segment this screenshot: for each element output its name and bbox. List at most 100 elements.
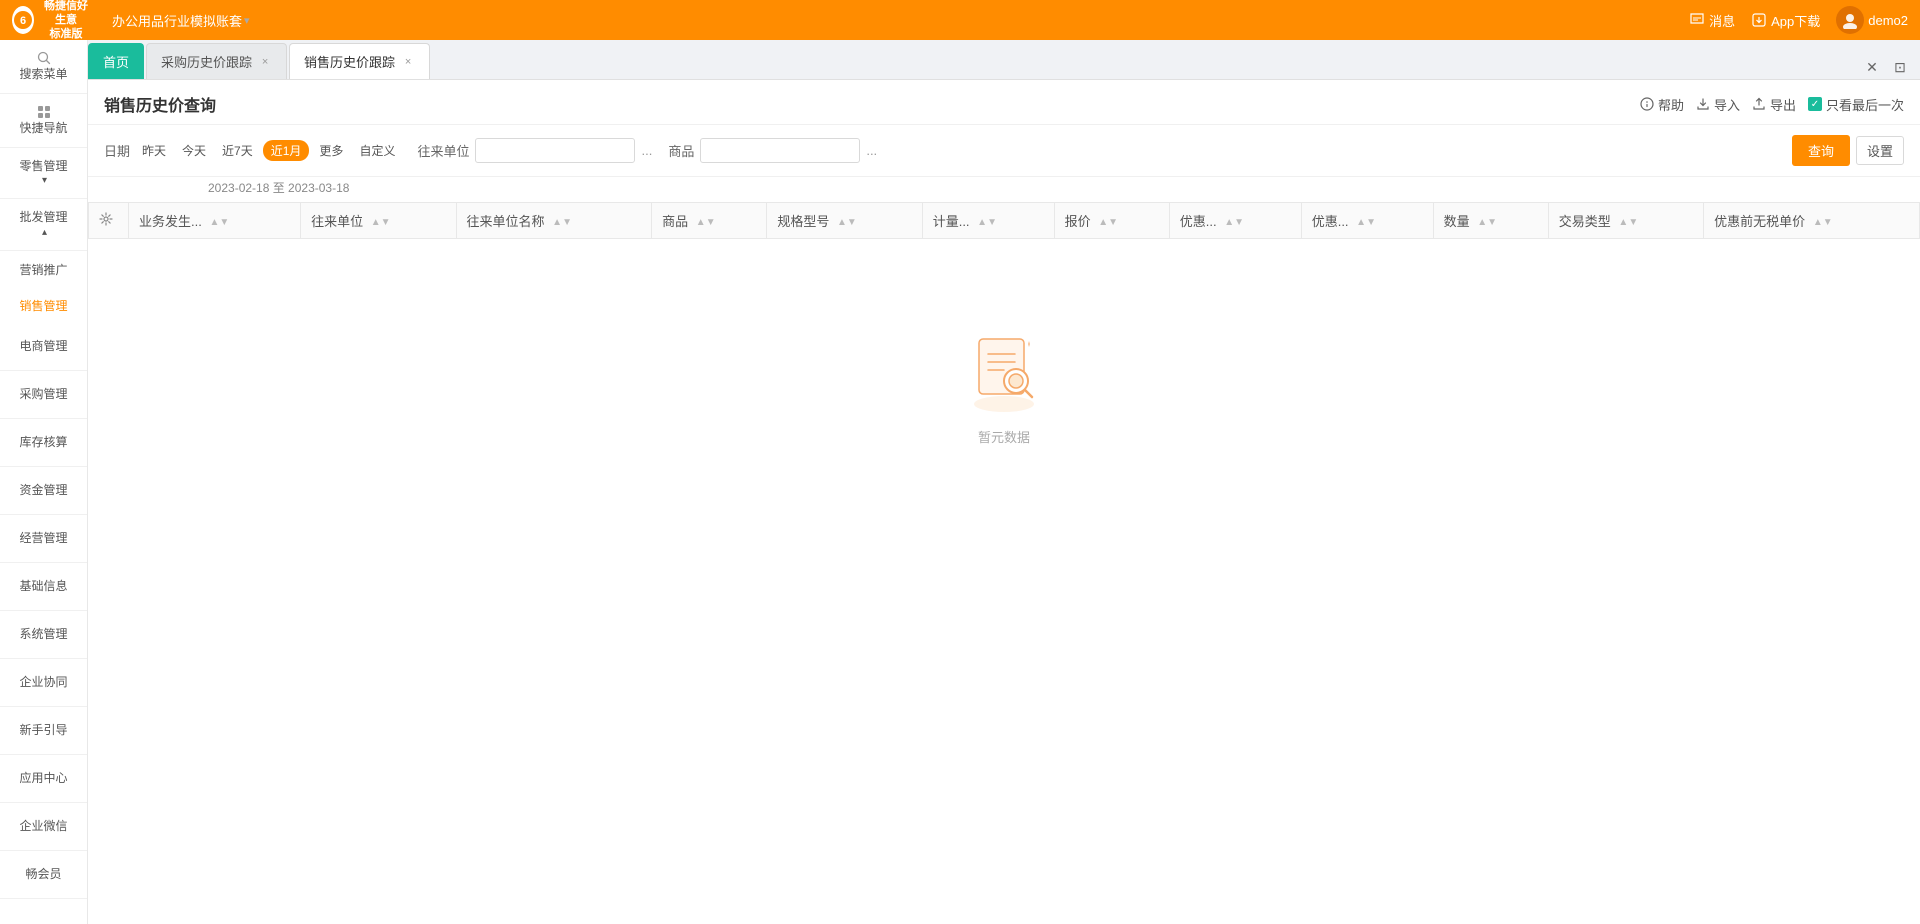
app-logo: 6 畅捷信好生意 标准版 xyxy=(12,0,92,41)
query-button[interactable]: 查询 xyxy=(1792,135,1850,166)
date-filter-group: 日期 昨天 今天 近7天 近1月 更多 自定义 xyxy=(104,140,401,161)
brand-name: 畅捷信好生意 标准版 xyxy=(40,0,92,41)
sidebar-item-search[interactable]: 搜索菜单 xyxy=(0,40,87,94)
table-col-gear[interactable] xyxy=(89,203,129,239)
sort-spec-icon: ▲▼ xyxy=(837,217,857,228)
tab-restore-btn[interactable]: ⊡ xyxy=(1888,55,1912,79)
table-col-price[interactable]: 报价 ▲▼ xyxy=(1054,203,1169,239)
date-btn-custom[interactable]: 自定义 xyxy=(353,140,401,161)
sidebar-wholesale-label: 批发管理 xyxy=(19,209,67,226)
sidebar-item-retail[interactable]: 零售管理 ▾ xyxy=(0,148,87,200)
sidebar-item-operations[interactable]: 经营管理 xyxy=(0,515,87,563)
sidebar-item-ecommerce[interactable]: 电商管理 xyxy=(0,323,87,371)
main-layout: 搜索菜单 快捷导航 零售管理 ▾ 批发管理 ▴ 营销推广 销售管理 电商管理 采… xyxy=(0,40,1920,924)
page-header: 销售历史价查询 帮助 导入 导出 ✓ xyxy=(88,80,1920,125)
table-col-pretax-price[interactable]: 优惠前无税单价 ▲▼ xyxy=(1704,203,1920,239)
table-col-business-date[interactable]: 业务发生... ▲▼ xyxy=(129,203,301,239)
export-btn[interactable]: 导出 xyxy=(1752,95,1796,114)
sidebar-item-quick-nav[interactable]: 快捷导航 xyxy=(0,94,87,148)
sidebar-item-wholesale[interactable]: 批发管理 ▴ xyxy=(0,199,87,251)
sidebar-search-label: 搜索菜单 xyxy=(19,66,67,83)
goods-filter-group: 商品 ... xyxy=(668,138,877,163)
col-business-date-label: 业务发生... xyxy=(139,214,202,229)
user-profile-btn[interactable]: demo2 xyxy=(1836,6,1908,34)
table-col-discount1[interactable]: 优惠... ▲▼ xyxy=(1169,203,1301,239)
sort-discount2-icon: ▲▼ xyxy=(1356,217,1376,228)
tab-bar: 首页 采购历史价跟踪 × 销售历史价跟踪 × ✕ ⊡ xyxy=(88,40,1920,80)
sidebar-marketing-label: 营销推广 xyxy=(19,261,67,278)
sidebar-item-sales-mgmt[interactable]: 销售管理 xyxy=(0,287,87,323)
table-col-partner-name[interactable]: 往来单位名称 ▲▼ xyxy=(456,203,652,239)
user-name: demo2 xyxy=(1868,13,1908,28)
page-content: 销售历史价查询 帮助 导入 导出 ✓ xyxy=(88,80,1920,924)
table-col-goods[interactable]: 商品 ▲▼ xyxy=(652,203,767,239)
tab-purchase-history[interactable]: 采购历史价跟踪 × xyxy=(146,43,287,79)
sidebar-item-finance[interactable]: 资金管理 xyxy=(0,467,87,515)
date-btn-more[interactable]: 更多 xyxy=(313,140,349,161)
workspace-dropdown-icon: ▾ xyxy=(244,14,250,27)
sidebar-item-app-center[interactable]: 应用中心 xyxy=(0,755,87,803)
tab-sales-history[interactable]: 销售历史价跟踪 × xyxy=(289,43,430,79)
sort-price-icon: ▲▼ xyxy=(1098,217,1118,228)
content-area: 首页 采购历史价跟踪 × 销售历史价跟踪 × ✕ ⊡ 销售历史价查询 xyxy=(88,40,1920,924)
empty-state: 暂元数据 xyxy=(88,239,1920,526)
sidebar-item-member[interactable]: 畅会员 xyxy=(0,851,87,899)
sidebar-operations-label: 经营管理 xyxy=(19,530,67,547)
tab-home[interactable]: 首页 xyxy=(88,43,144,79)
date-btn-yesterday[interactable]: 昨天 xyxy=(136,140,172,161)
sidebar-enterprise-label: 企业协同 xyxy=(19,674,67,691)
partner-filter-label: 往来单位 xyxy=(417,141,469,160)
sort-business-date-icon: ▲▼ xyxy=(209,217,229,228)
date-shortcuts: 昨天 今天 近7天 近1月 更多 自定义 xyxy=(136,140,401,161)
table-col-unit[interactable]: 计量... ▲▼ xyxy=(922,203,1054,239)
settings-button[interactable]: 设置 xyxy=(1856,136,1904,165)
table-col-trade-type[interactable]: 交易类型 ▲▼ xyxy=(1548,203,1703,239)
date-btn-1month[interactable]: 近1月 xyxy=(263,140,310,161)
date-btn-7days[interactable]: 近7天 xyxy=(216,140,259,161)
only-last-checkbox[interactable]: ✓ 只看最后一次 xyxy=(1808,95,1904,114)
sidebar-sales-mgmt-label: 销售管理 xyxy=(19,297,67,314)
page-header-actions: 帮助 导入 导出 ✓ 只看最后一次 xyxy=(1640,95,1904,114)
col-discount1-label: 优惠... xyxy=(1180,214,1217,229)
col-discount2-label: 优惠... xyxy=(1312,214,1349,229)
col-goods-label: 商品 xyxy=(662,214,688,229)
sidebar-item-basic-info[interactable]: 基础信息 xyxy=(0,563,87,611)
sidebar-item-system[interactable]: 系统管理 xyxy=(0,611,87,659)
table-col-partner-code[interactable]: 往来单位 ▲▼ xyxy=(301,203,456,239)
goods-filter-label: 商品 xyxy=(668,141,694,160)
goods-input[interactable] xyxy=(700,138,860,163)
sidebar-item-inventory[interactable]: 库存核算 xyxy=(0,419,87,467)
col-spec-label: 规格型号 xyxy=(777,214,829,229)
tab-close-all-btn[interactable]: ✕ xyxy=(1860,55,1884,79)
sidebar-item-enterprise[interactable]: 企业协同 xyxy=(0,659,87,707)
sort-partner-name-icon: ▲▼ xyxy=(552,217,572,228)
message-btn[interactable]: 消息 xyxy=(1689,11,1735,30)
sidebar-system-label: 系统管理 xyxy=(19,626,67,643)
sidebar-item-marketing[interactable]: 营销推广 xyxy=(0,251,87,287)
workspace-selector[interactable]: 办公用品行业模拟账套 ▾ xyxy=(92,11,1689,30)
tab-purchase-history-close-icon[interactable]: × xyxy=(258,55,272,69)
help-btn[interactable]: 帮助 xyxy=(1640,95,1684,114)
goods-dots[interactable]: ... xyxy=(866,143,877,158)
tab-sales-history-close-icon[interactable]: × xyxy=(401,55,415,69)
sidebar-item-new-guide[interactable]: 新手引导 xyxy=(0,707,87,755)
table-col-spec[interactable]: 规格型号 ▲▼ xyxy=(767,203,922,239)
import-btn[interactable]: 导入 xyxy=(1696,95,1740,114)
app-download-btn[interactable]: App下载 xyxy=(1751,11,1820,30)
sidebar-member-label: 畅会员 xyxy=(25,866,61,883)
sidebar-item-purchase[interactable]: 采购管理 xyxy=(0,371,87,419)
partner-filter-group: 往来单位 ... xyxy=(417,138,652,163)
app-download-label: App下载 xyxy=(1771,11,1820,30)
partner-dots[interactable]: ... xyxy=(641,143,652,158)
sidebar-quick-nav-label: 快捷导航 xyxy=(19,120,67,137)
svg-text:6: 6 xyxy=(20,15,26,27)
sidebar-item-enterprise-wechat[interactable]: 企业微信 xyxy=(0,803,87,851)
table-col-discount2[interactable]: 优惠... ▲▼ xyxy=(1301,203,1433,239)
tab-sales-history-label: 销售历史价跟踪 xyxy=(304,52,395,71)
only-last-label: 只看最后一次 xyxy=(1826,95,1904,114)
tab-purchase-history-label: 采购历史价跟踪 xyxy=(161,52,252,71)
table-col-quantity[interactable]: 数量 ▲▼ xyxy=(1433,203,1548,239)
partner-input[interactable] xyxy=(475,138,635,163)
sort-partner-code-icon: ▲▼ xyxy=(371,217,391,228)
date-btn-today[interactable]: 今天 xyxy=(176,140,212,161)
